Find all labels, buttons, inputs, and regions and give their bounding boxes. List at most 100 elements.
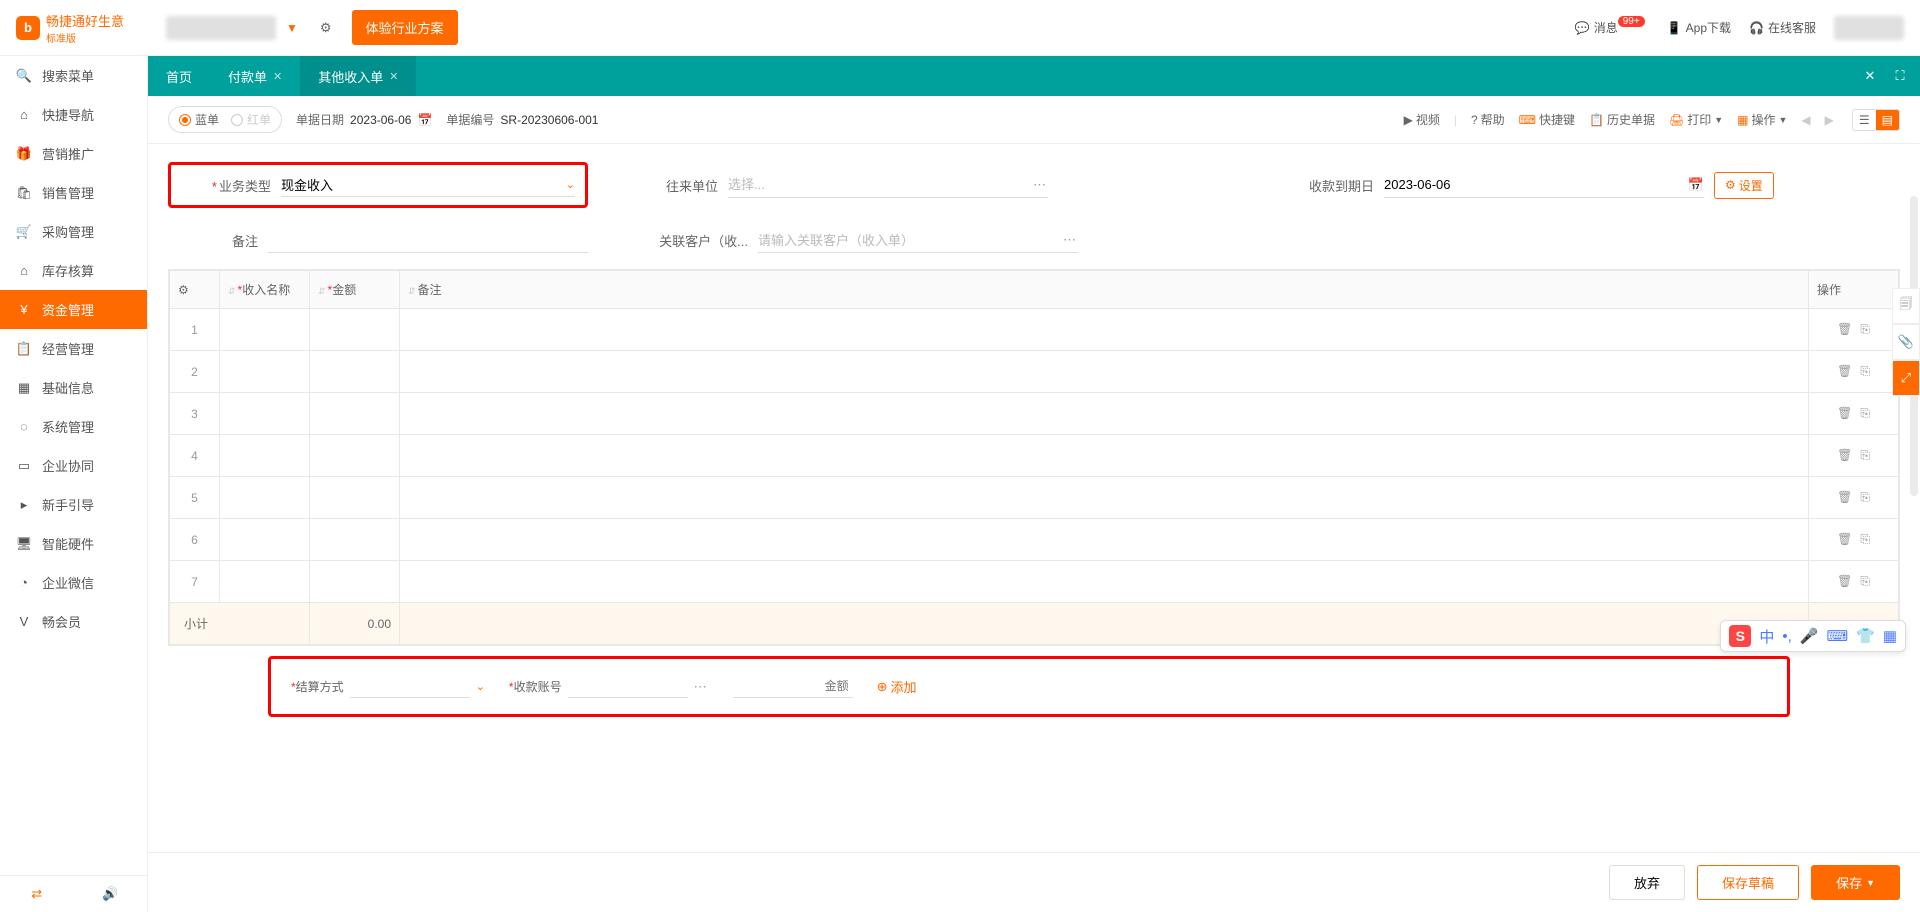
table-row[interactable]: 7 🗑⎘ <box>170 561 1899 603</box>
app-download-link[interactable]: 📱 App下载 <box>1667 19 1731 36</box>
sidebar-item-7[interactable]: 📋经营管理 <box>0 329 147 368</box>
save-draft-button[interactable]: 保存草稿 <box>1697 865 1799 900</box>
user-avatar-blurred[interactable] <box>1834 16 1904 40</box>
radio-red[interactable]: 红单 <box>231 111 271 128</box>
print-link[interactable]: 🖨打印▼ <box>1669 111 1723 128</box>
copy-row-icon[interactable]: ⎘ <box>1860 322 1870 337</box>
online-service-link[interactable]: 🎧 在线客服 <box>1749 19 1816 36</box>
shortcut-link[interactable]: ⌨快捷键 <box>1519 111 1575 128</box>
partner-select[interactable]: ⋯ <box>728 173 1048 198</box>
table-row[interactable]: 6 🗑⎘ <box>170 519 1899 561</box>
history-link[interactable]: 📋历史单据 <box>1589 111 1655 128</box>
table-row[interactable]: 2 🗑⎘ <box>170 351 1899 393</box>
more-icon[interactable]: ⋯ <box>1033 177 1048 193</box>
radio-blue[interactable]: 蓝单 <box>179 111 219 128</box>
delete-row-icon[interactable]: 🗑 <box>1837 364 1852 379</box>
sidebar-item-13[interactable]: ◔企业微信 <box>0 563 147 602</box>
cell-amount[interactable] <box>310 393 400 435</box>
chevron-down-icon[interactable]: ⌄ <box>476 680 485 693</box>
settings-button[interactable]: ⚙设置 <box>1714 172 1774 199</box>
delete-row-icon[interactable]: 🗑 <box>1837 322 1852 337</box>
operate-link[interactable]: ▦操作▼ <box>1737 111 1787 128</box>
table-row[interactable]: 3 🗑⎘ <box>170 393 1899 435</box>
view-list-btn[interactable]: ☰ <box>1853 110 1876 130</box>
cell-income-name[interactable] <box>220 519 310 561</box>
cell-remark[interactable] <box>400 519 1809 561</box>
save-button[interactable]: 保存▼ <box>1811 865 1900 900</box>
copy-row-icon[interactable]: ⎘ <box>1860 574 1870 589</box>
copy-row-icon[interactable]: ⎘ <box>1860 532 1870 547</box>
remark-input[interactable] <box>268 233 588 248</box>
settle-account-input[interactable] <box>568 675 688 698</box>
due-date-input[interactable] <box>1384 177 1688 192</box>
sidebar-item-5[interactable]: ⌂库存核算 <box>0 251 147 290</box>
cell-income-name[interactable] <box>220 351 310 393</box>
cell-remark[interactable] <box>400 351 1809 393</box>
copy-row-icon[interactable]: ⎘ <box>1860 490 1870 505</box>
cell-amount[interactable] <box>310 477 400 519</box>
cell-remark[interactable] <box>400 561 1809 603</box>
sidebar-item-2[interactable]: 🎁营销推广 <box>0 134 147 173</box>
due-date-picker[interactable]: 📅 <box>1384 173 1704 198</box>
ime-skin-icon[interactable]: 👕 <box>1856 627 1875 645</box>
close-icon[interactable]: ✕ <box>273 70 282 83</box>
side-tool-expand[interactable]: ⤢ <box>1892 360 1920 396</box>
more-icon[interactable]: ⋯ <box>1063 232 1078 248</box>
delete-row-icon[interactable]: 🗑 <box>1837 532 1852 547</box>
nav-next-btn[interactable]: ▶ <box>1825 113 1834 127</box>
tab-close-all-btn[interactable]: ✕ <box>1858 64 1882 88</box>
delete-row-icon[interactable]: 🗑 <box>1837 448 1852 463</box>
sidebar-item-8[interactable]: ▦基础信息 <box>0 368 147 407</box>
sidebar-item-14[interactable]: V畅会员 <box>0 602 147 641</box>
experience-industry-btn[interactable]: 体验行业方案 <box>352 10 458 45</box>
cell-income-name[interactable] <box>220 309 310 351</box>
ime-keyboard-icon[interactable]: ⌨ <box>1826 627 1848 645</box>
relate-customer-input[interactable] <box>758 233 1063 248</box>
partner-input[interactable] <box>728 177 1033 192</box>
tab-0[interactable]: 首页 <box>148 56 210 96</box>
cell-remark[interactable] <box>400 435 1809 477</box>
ime-toolbar[interactable]: S 中 •, 🎤 ⌨ 👕 ▦ <box>1720 620 1906 652</box>
cell-remark[interactable] <box>400 309 1809 351</box>
cell-amount[interactable] <box>310 435 400 477</box>
sidebar-collapse-btn[interactable]: ⇄ <box>0 876 74 912</box>
nav-prev-btn[interactable]: ◀ <box>1801 113 1810 127</box>
settle-amount-input[interactable] <box>733 675 853 698</box>
col-income-name[interactable]: ⇵*收入名称 <box>220 271 310 309</box>
tab-fullscreen-btn[interactable]: ⛶ <box>1888 64 1912 88</box>
discard-button[interactable]: 放弃 <box>1609 865 1685 900</box>
cell-amount[interactable] <box>310 309 400 351</box>
table-row[interactable]: 5 🗑⎘ <box>170 477 1899 519</box>
ime-tools-icon[interactable]: ▦ <box>1883 627 1897 645</box>
copy-row-icon[interactable]: ⎘ <box>1860 364 1870 379</box>
calendar-icon[interactable]: 📅 <box>417 113 432 127</box>
cell-amount[interactable] <box>310 519 400 561</box>
delete-row-icon[interactable]: 🗑 <box>1837 574 1852 589</box>
sidebar-item-3[interactable]: 🛍销售管理 <box>0 173 147 212</box>
help-link[interactable]: ?帮助 <box>1471 111 1505 128</box>
logo[interactable]: b 畅捷通好生意 标准版 <box>16 11 146 45</box>
col-amount[interactable]: ⇵*金额 <box>310 271 400 309</box>
sidebar-item-0[interactable]: 🔍搜索菜单 <box>0 56 147 95</box>
tab-2[interactable]: 其他收入单✕ <box>300 56 416 96</box>
cell-income-name[interactable] <box>220 393 310 435</box>
cell-income-name[interactable] <box>220 477 310 519</box>
sidebar-item-11[interactable]: ▸新手引导 <box>0 485 147 524</box>
sidebar-item-4[interactable]: 🛒采购管理 <box>0 212 147 251</box>
tab-1[interactable]: 付款单✕ <box>210 56 300 96</box>
ime-lang-btn[interactable]: 中 <box>1759 626 1774 647</box>
table-row[interactable]: 4 🗑⎘ <box>170 435 1899 477</box>
sidebar-item-12[interactable]: 🖥智能硬件 <box>0 524 147 563</box>
sidebar-item-1[interactable]: ⌂快捷导航 <box>0 95 147 134</box>
side-tool-attach[interactable]: 📎 <box>1892 324 1920 360</box>
gear-icon[interactable]: ⚙ <box>320 20 332 36</box>
table-row[interactable]: 1 🗑⎘ <box>170 309 1899 351</box>
sidebar-item-9[interactable]: ◌系统管理 <box>0 407 147 446</box>
copy-row-icon[interactable]: ⎘ <box>1860 448 1870 463</box>
col-remark[interactable]: ⇵备注 <box>400 271 1809 309</box>
cell-remark[interactable] <box>400 477 1809 519</box>
calendar-icon[interactable]: 📅 <box>1688 177 1704 193</box>
add-settlement-btn[interactable]: ⊕ 添加 <box>877 677 917 696</box>
ime-punct-btn[interactable]: •, <box>1782 628 1791 645</box>
org-selector[interactable]: ▼ ⚙ <box>166 16 344 40</box>
